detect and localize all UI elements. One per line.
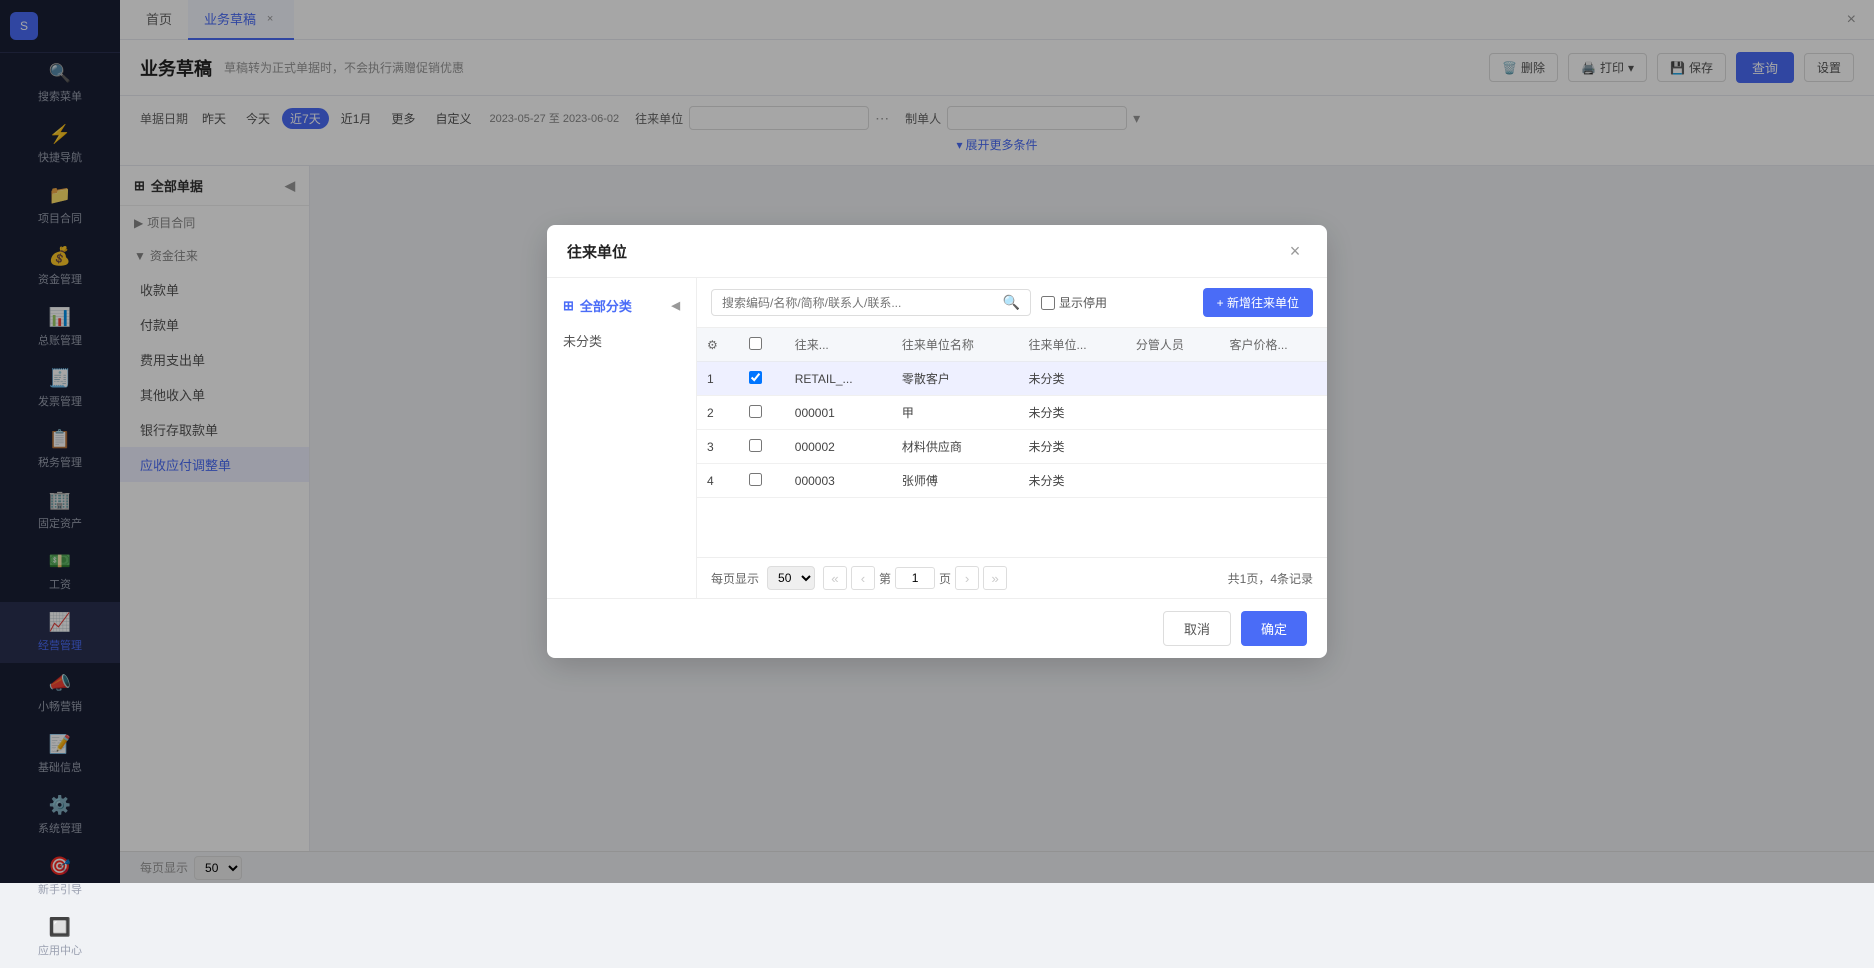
row-name: 零散客户 (892, 362, 1019, 396)
grid-icon: ⊞ (563, 298, 574, 314)
modal-actions: 取消 确定 (547, 598, 1327, 658)
show-disabled-checkbox[interactable] (1041, 296, 1055, 310)
pager-next-btn[interactable]: › (955, 566, 979, 590)
row-code: RETAIL_... (785, 362, 892, 396)
modal-overlay: 往来单位 × ⊞ 全部分类 ◀ 未分类 (0, 0, 1874, 883)
pager-last-btn[interactable]: » (983, 566, 1007, 590)
row-select-checkbox[interactable] (749, 371, 762, 384)
row-code: 000002 (785, 430, 892, 464)
row-price-level (1220, 464, 1327, 498)
th-settings: ⚙ (697, 328, 739, 362)
row-category: 未分类 (1019, 430, 1126, 464)
table-row[interactable]: 1 RETAIL_... 零散客户 未分类 (697, 362, 1327, 396)
th-checkbox (739, 328, 784, 362)
page-input[interactable] (895, 567, 935, 589)
modal-body: ⊞ 全部分类 ◀ 未分类 🔍 显示停用 (547, 278, 1327, 598)
row-seq: 3 (697, 430, 739, 464)
row-checkbox[interactable] (739, 464, 784, 498)
modal-title: 往来单位 (567, 241, 627, 262)
row-code: 000003 (785, 464, 892, 498)
add-partner-button[interactable]: + 新增往来单位 (1203, 288, 1313, 317)
select-all-checkbox[interactable] (749, 337, 762, 350)
row-category: 未分类 (1019, 396, 1126, 430)
modal-header: 往来单位 × (547, 225, 1327, 278)
modal-close-btn[interactable]: × (1283, 239, 1307, 263)
row-price-level (1220, 430, 1327, 464)
modal-toolbar: 🔍 显示停用 + 新增往来单位 (697, 278, 1327, 328)
row-category: 未分类 (1019, 464, 1126, 498)
table-row[interactable]: 4 000003 张师傅 未分类 (697, 464, 1327, 498)
table-row[interactable]: 2 000001 甲 未分类 (697, 396, 1327, 430)
row-code: 000001 (785, 396, 892, 430)
row-select-checkbox[interactable] (749, 439, 762, 452)
partner-modal: 往来单位 × ⊞ 全部分类 ◀ 未分类 (547, 225, 1327, 658)
show-disabled-label[interactable]: 显示停用 (1041, 294, 1107, 311)
apps-icon: 🔲 (49, 917, 71, 938)
row-seq: 2 (697, 396, 739, 430)
modal-sidebar-all[interactable]: ⊞ 全部分类 ◀ (547, 288, 696, 323)
confirm-button[interactable]: 确定 (1241, 611, 1307, 646)
th-manager: 分管人员 (1126, 328, 1220, 362)
modal-search-box: 🔍 (711, 289, 1031, 316)
row-seq: 4 (697, 464, 739, 498)
row-price-level (1220, 362, 1327, 396)
row-manager (1126, 430, 1220, 464)
sidebar-collapse-icon[interactable]: ◀ (672, 299, 680, 312)
th-category: 往来单位... (1019, 328, 1126, 362)
sidebar-item-apps[interactable]: 🔲 应用中心 (0, 907, 120, 968)
pager: « ‹ 第 页 › » (823, 566, 1007, 590)
row-category: 未分类 (1019, 362, 1126, 396)
row-checkbox[interactable] (739, 362, 784, 396)
pager-prev-btn[interactable]: ‹ (851, 566, 875, 590)
row-checkbox[interactable] (739, 430, 784, 464)
row-name: 张师傅 (892, 464, 1019, 498)
modal-sidebar-uncategorized[interactable]: 未分类 (547, 323, 696, 358)
th-price: 客户价格... (1220, 328, 1327, 362)
row-price-level (1220, 396, 1327, 430)
row-manager (1126, 396, 1220, 430)
partner-table: ⚙ 往来... 往来单位名称 往来单位... (697, 328, 1327, 498)
th-name: 往来单位名称 (892, 328, 1019, 362)
search-icon: 🔍 (1003, 294, 1020, 311)
modal-content: 🔍 显示停用 + 新增往来单位 ⚙ (697, 278, 1327, 598)
modal-table: ⚙ 往来... 往来单位名称 往来单位... (697, 328, 1327, 557)
row-select-checkbox[interactable] (749, 473, 762, 486)
row-name: 材料供应商 (892, 430, 1019, 464)
modal-search-input[interactable] (722, 296, 997, 310)
row-name: 甲 (892, 396, 1019, 430)
row-select-checkbox[interactable] (749, 405, 762, 418)
cancel-button[interactable]: 取消 (1163, 611, 1231, 646)
settings-icon: ⚙ (707, 338, 718, 352)
pager-first-btn[interactable]: « (823, 566, 847, 590)
per-page-select[interactable]: 50 (767, 566, 815, 590)
total-info: 共1页，4条记录 (1228, 570, 1313, 587)
row-manager (1126, 362, 1220, 396)
row-seq: 1 (697, 362, 739, 396)
table-row[interactable]: 3 000002 材料供应商 未分类 (697, 430, 1327, 464)
modal-pagination: 每页显示 50 « ‹ 第 页 › » 共1页，4条记录 (697, 557, 1327, 598)
modal-sidebar: ⊞ 全部分类 ◀ 未分类 (547, 278, 697, 598)
th-code: 往来... (785, 328, 892, 362)
row-manager (1126, 464, 1220, 498)
row-checkbox[interactable] (739, 396, 784, 430)
